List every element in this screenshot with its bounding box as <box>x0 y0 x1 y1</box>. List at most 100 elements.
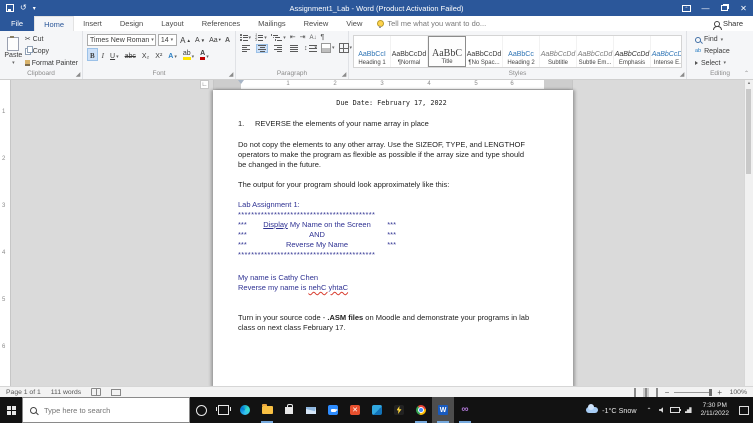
zoom-in-button[interactable]: + <box>717 388 722 397</box>
align-left-button[interactable] <box>240 44 252 53</box>
language-icon[interactable] <box>111 388 122 396</box>
justify-button[interactable] <box>288 44 300 53</box>
bold-button[interactable]: B <box>87 48 98 61</box>
shrink-font-button[interactable]: A ▼ <box>194 37 206 44</box>
hidden-icons-button[interactable]: ⌃ <box>643 407 656 414</box>
paragraph-dialog-launcher-icon[interactable]: ◢ <box>341 72 347 78</box>
style-emphasis[interactable]: AaBbCcDd Emphasis <box>614 36 651 67</box>
multilevel-list-button[interactable]: ▾ <box>270 34 286 41</box>
zoom-slider[interactable] <box>674 388 713 396</box>
tab-home[interactable]: Home <box>34 16 75 31</box>
edge-taskbar-button[interactable] <box>234 397 256 423</box>
document-page[interactable]: Due Date: February 17, 2022 1. REVERSE t… <box>213 90 573 386</box>
line-spacing-button[interactable]: ↕ ▾ <box>304 44 317 52</box>
tell-me-box[interactable]: Tell me what you want to do... <box>377 16 486 31</box>
tab-mailings[interactable]: Mailings <box>249 16 295 31</box>
styles-dialog-launcher-icon[interactable]: ◢ <box>679 72 685 78</box>
font-name-select[interactable]: Times New Roman ▾ <box>87 34 156 46</box>
style-subtitle[interactable]: AaBbCcDd Subtitle <box>540 36 577 67</box>
align-right-button[interactable] <box>272 44 284 53</box>
tab-file[interactable]: File <box>0 16 35 31</box>
zoom-level[interactable]: 100% <box>727 389 747 396</box>
vertical-ruler[interactable]: 1 2 3 4 5 6 <box>0 79 11 386</box>
undo-icon[interactable]: ↺ <box>20 4 27 12</box>
find-button[interactable]: Find ▾ <box>695 36 749 43</box>
decrease-indent-button[interactable]: ⇤ <box>290 34 296 41</box>
show-marks-button[interactable]: ¶ <box>321 34 325 41</box>
tab-selector[interactable]: ∟ <box>200 80 209 89</box>
paste-button[interactable]: Paste ▾ <box>4 34 23 69</box>
bullets-button[interactable]: ▾ <box>240 34 251 41</box>
scrollbar-thumb[interactable] <box>746 89 751 174</box>
vscode-taskbar-button[interactable] <box>366 397 388 423</box>
restore-button[interactable] <box>715 0 734 16</box>
cortana-button[interactable] <box>190 397 212 423</box>
collapse-ribbon-icon[interactable]: ⌃ <box>744 70 749 77</box>
battery-button[interactable] <box>669 407 682 413</box>
network-button[interactable] <box>682 407 695 413</box>
minimize-button[interactable]: — <box>696 0 715 16</box>
strikethrough-button[interactable]: abc <box>123 49 138 60</box>
clipboard-dialog-launcher-icon[interactable]: ◢ <box>75 72 81 78</box>
style-subtle-emphasis[interactable]: AaBbCcDd Subtle Em... <box>577 36 614 67</box>
close-button[interactable]: ✕ <box>734 0 753 16</box>
copy-button[interactable]: Copy <box>24 45 78 55</box>
start-button[interactable] <box>0 397 22 423</box>
word-count[interactable]: 111 words <box>51 389 81 396</box>
align-center-button[interactable] <box>256 43 268 53</box>
indent-marker[interactable] <box>238 80 244 84</box>
customize-qat-icon[interactable]: ▾ <box>33 5 36 12</box>
read-mode-button[interactable] <box>632 387 638 397</box>
page-count[interactable]: Page 1 of 1 <box>6 389 41 396</box>
mail-taskbar-button[interactable] <box>300 397 322 423</box>
font-dialog-launcher-icon[interactable]: ◢ <box>228 72 234 78</box>
cut-button[interactable]: ✂ Cut <box>25 36 78 43</box>
share-button[interactable]: Share <box>704 16 753 31</box>
style-heading-1[interactable]: AaBbCcI Heading 1 <box>354 36 391 67</box>
increase-indent-button[interactable]: ⇥ <box>300 34 306 41</box>
zoom-slider-thumb[interactable] <box>709 388 713 396</box>
word-taskbar-button[interactable]: W <box>432 397 454 423</box>
style-no-spacing[interactable]: AaBbCcDd ¶No Spac... <box>466 36 503 67</box>
font-size-select[interactable]: 14 ▾ <box>157 34 178 46</box>
text-effects-button[interactable]: A ▾ <box>166 49 179 60</box>
tab-insert[interactable]: Insert <box>74 16 111 31</box>
horizontal-ruler[interactable]: 1 2 3 4 5 6 <box>213 79 573 90</box>
change-case-button[interactable]: Aa ▾ <box>208 37 222 44</box>
taskbar-search[interactable] <box>22 397 190 423</box>
tab-review[interactable]: Review <box>295 16 338 31</box>
highlight-button[interactable]: ab ▾ <box>181 49 196 60</box>
scroll-up-icon[interactable]: ▲ <box>745 80 753 85</box>
style-heading-2[interactable]: AaBbCc Heading 2 <box>503 36 540 67</box>
lightning-app-taskbar-button[interactable] <box>388 397 410 423</box>
task-view-button[interactable] <box>212 397 234 423</box>
store-taskbar-button[interactable] <box>278 397 300 423</box>
chrome-taskbar-button[interactable] <box>410 397 432 423</box>
numbering-button[interactable]: 1 2 3 ▾ <box>255 33 267 41</box>
style-normal[interactable]: AaBbCcDd ¶Normal <box>391 36 428 67</box>
visual-studio-taskbar-button[interactable]: ∞ <box>454 397 476 423</box>
orange-app-taskbar-button[interactable]: ✕ <box>344 397 366 423</box>
shading-button[interactable]: ▾ <box>321 43 335 53</box>
web-layout-button[interactable] <box>654 387 660 397</box>
print-layout-button[interactable] <box>642 387 649 397</box>
zoom-out-button[interactable]: − <box>665 388 670 397</box>
superscript-button[interactable]: X² <box>153 49 164 60</box>
vertical-scrollbar[interactable]: ▲ <box>744 79 753 386</box>
style-title[interactable]: AaBbC Title <box>428 36 466 67</box>
action-center-button[interactable] <box>735 405 753 415</box>
volume-button[interactable] <box>656 407 669 413</box>
underline-button[interactable]: U ▾ <box>108 49 121 60</box>
font-color-button[interactable]: A ▾ <box>198 49 211 60</box>
tab-layout[interactable]: Layout <box>152 16 193 31</box>
subscript-button[interactable]: X₂ <box>140 49 151 60</box>
italic-button[interactable]: I <box>100 49 106 60</box>
ribbon-display-options-button[interactable]: ^ <box>677 0 696 16</box>
clear-formatting-button[interactable]: A <box>224 37 231 44</box>
style-intense-emphasis[interactable]: AaBbCcDdIntense E... <box>651 36 681 67</box>
file-explorer-taskbar-button[interactable] <box>256 397 278 423</box>
tab-design[interactable]: Design <box>111 16 152 31</box>
save-icon[interactable] <box>6 4 14 12</box>
weather-widget[interactable]: -1°C Snow <box>580 404 642 415</box>
tab-references[interactable]: References <box>193 16 249 31</box>
